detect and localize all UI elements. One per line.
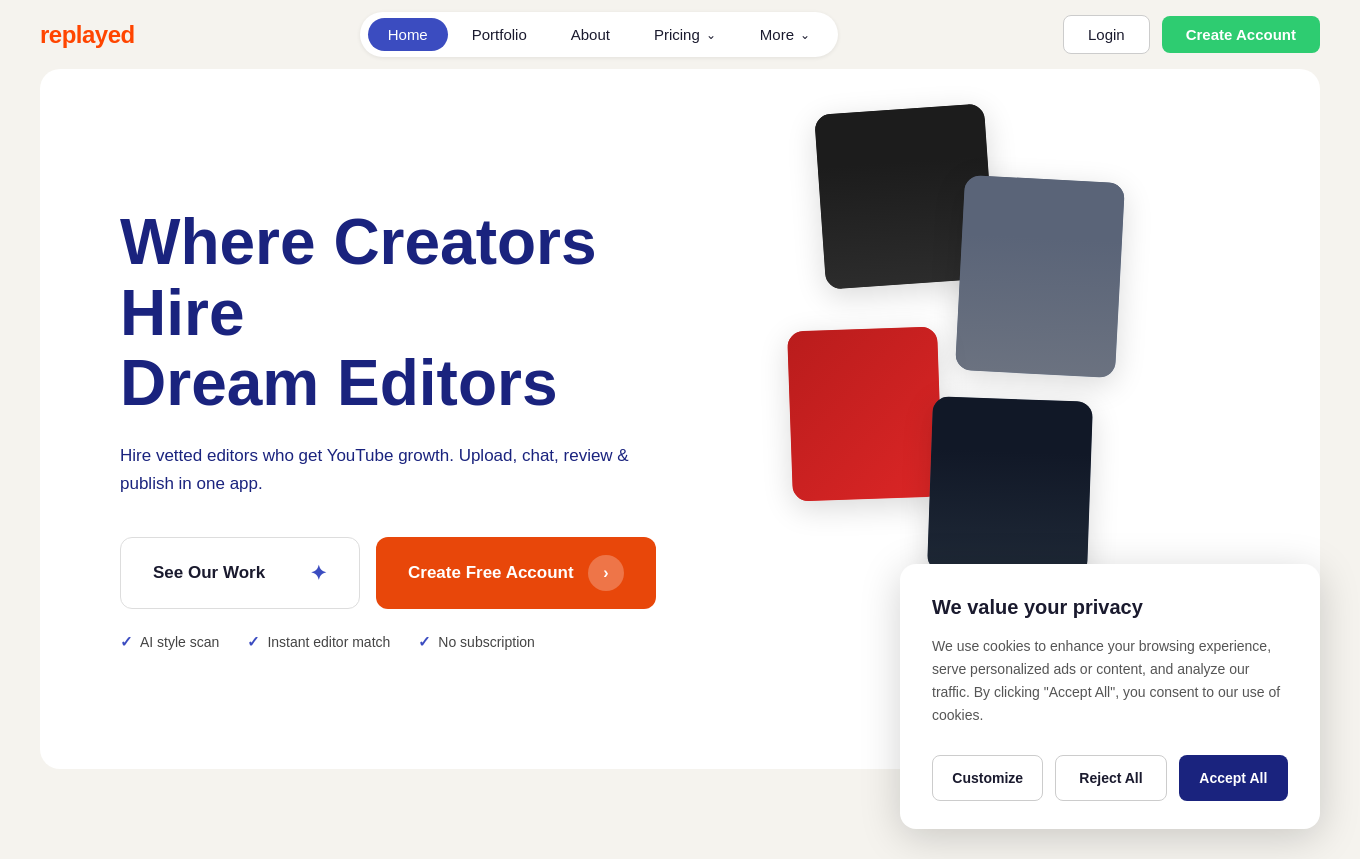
- editor-photo-2: [955, 175, 1125, 378]
- sparkle-icon: ✦: [310, 561, 327, 585]
- feature-no-subscription: ✓ No subscription: [418, 633, 535, 651]
- nav-item-more[interactable]: More ⌄: [740, 18, 830, 51]
- cookie-buttons: Customize Reject All Accept All: [932, 755, 1288, 801]
- checkmark-icon: ✓: [120, 633, 133, 651]
- logo-text: replayed: [40, 21, 135, 49]
- hero-buttons: See Our Work ✦ Create Free Account ›: [120, 537, 700, 609]
- chevron-down-icon: ⌄: [800, 28, 810, 42]
- navbar: replayed Home Portfolio About Pricing ⌄ …: [0, 0, 1360, 69]
- nav-item-portfolio[interactable]: Portfolio: [452, 18, 547, 51]
- cookie-text: We use cookies to enhance your browsing …: [932, 635, 1288, 727]
- nav-item-about[interactable]: About: [551, 18, 630, 51]
- accept-all-button[interactable]: Accept All: [1179, 755, 1288, 801]
- hero-features: ✓ AI style scan ✓ Instant editor match ✓…: [120, 633, 700, 651]
- see-our-work-button[interactable]: See Our Work ✦: [120, 537, 360, 609]
- nav-item-pricing[interactable]: Pricing ⌄: [634, 18, 736, 51]
- editor-face-2: [955, 175, 1125, 378]
- reject-all-button[interactable]: Reject All: [1055, 755, 1166, 801]
- create-free-account-button[interactable]: Create Free Account ›: [376, 537, 656, 609]
- editor-face-3: [787, 326, 943, 501]
- hero-title: Where Creators Hire Dream Editors: [120, 207, 700, 418]
- editor-photo-3: [787, 326, 943, 501]
- checkmark-icon: ✓: [247, 633, 260, 651]
- chevron-down-icon: ⌄: [706, 28, 716, 42]
- nav-right: Login Create Account: [1063, 15, 1320, 54]
- editor-photo-4: [927, 396, 1093, 576]
- customize-button[interactable]: Customize: [932, 755, 1043, 801]
- feature-ai-scan: ✓ AI style scan: [120, 633, 219, 651]
- editor-face-4: [927, 396, 1093, 576]
- hero-left: Where Creators Hire Dream Editors Hire v…: [40, 69, 760, 769]
- nav-item-home[interactable]: Home: [368, 18, 448, 51]
- arrow-right-icon: ›: [588, 555, 624, 591]
- login-button[interactable]: Login: [1063, 15, 1150, 54]
- feature-instant-match: ✓ Instant editor match: [247, 633, 390, 651]
- hero-subtitle: Hire vetted editors who get YouTube grow…: [120, 442, 640, 496]
- nav-center: Home Portfolio About Pricing ⌄ More ⌄: [360, 12, 838, 57]
- cookie-title: We value your privacy: [932, 596, 1288, 619]
- logo[interactable]: replayed: [40, 21, 135, 49]
- checkmark-icon: ✓: [418, 633, 431, 651]
- cookie-banner: We value your privacy We use cookies to …: [900, 564, 1320, 829]
- create-account-button[interactable]: Create Account: [1162, 16, 1320, 53]
